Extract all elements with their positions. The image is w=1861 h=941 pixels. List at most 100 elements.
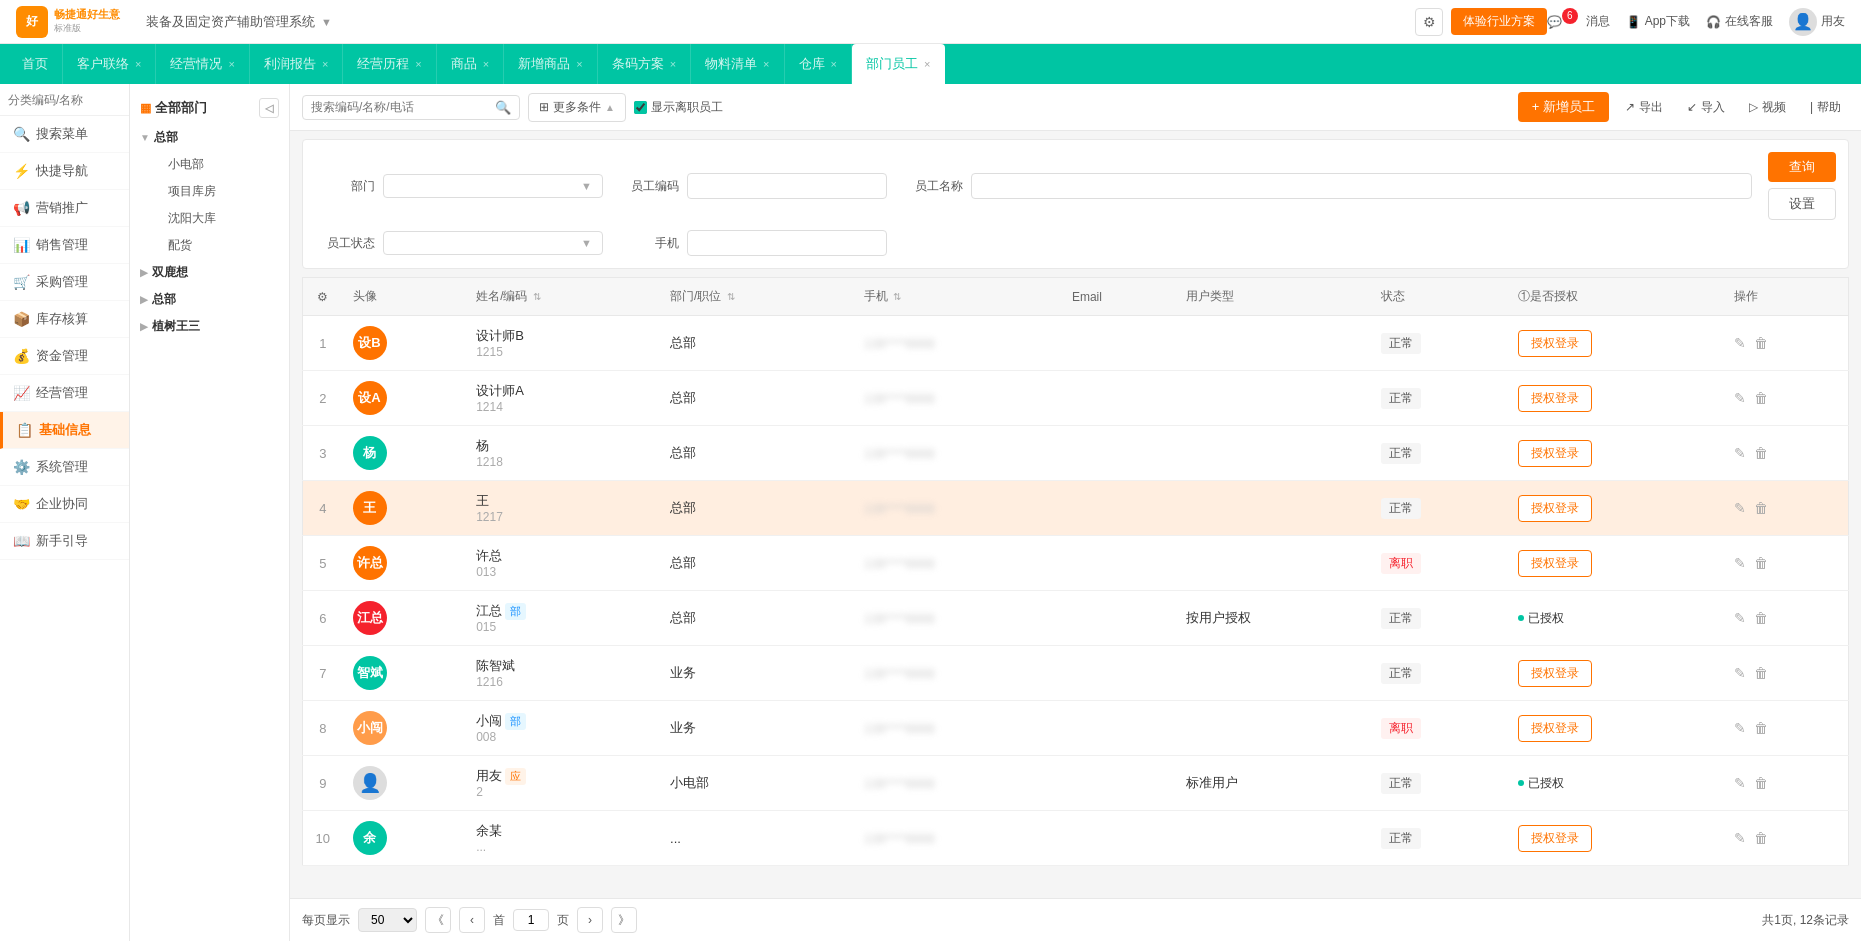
tab-warehouse-close[interactable]: × [831,58,837,70]
tree-group-head[interactable]: ▶ 总部 [130,286,289,313]
tab-profit-close[interactable]: × [322,58,328,70]
trial-button[interactable]: 体验行业方案 [1451,8,1547,35]
delete-button[interactable]: 🗑 [1754,555,1768,571]
edit-button[interactable]: ✎ [1734,665,1746,681]
auth-login-button[interactable]: 授权登录 [1518,330,1592,357]
sidebar-item-guide[interactable]: 📖 新手引导 [0,523,129,560]
tab-goods-close[interactable]: × [483,58,489,70]
show-inactive-checkbox-wrap[interactable]: 显示离职员工 [634,99,723,116]
tab-goods[interactable]: 商品 × [437,44,504,84]
sidebar-item-system[interactable]: ⚙️ 系统管理 [0,449,129,486]
sidebar-item-search[interactable]: 🔍 搜索菜单 [0,116,129,153]
tab-process-close[interactable]: × [415,58,421,70]
first-page-button[interactable]: 《 [425,907,451,933]
delete-button[interactable]: 🗑 [1754,720,1768,736]
dept-sort-icon[interactable]: ⇅ [727,291,735,302]
delete-button[interactable]: 🗑 [1754,775,1768,791]
sidebar-item-nav[interactable]: ⚡ 快捷导航 [0,153,129,190]
tab-bom[interactable]: 物料清单 × [691,44,784,84]
filter-dept-select[interactable]: ▼ [383,174,603,198]
filter-emp-code-input[interactable] [687,173,887,199]
tab-customer-close[interactable]: × [135,58,141,70]
auth-login-button[interactable]: 授权登录 [1518,715,1592,742]
tab-barcode[interactable]: 条码方案 × [598,44,691,84]
messages-button[interactable]: 💬 6 消息 [1547,13,1610,30]
edit-button[interactable]: ✎ [1734,720,1746,736]
add-employee-button[interactable]: + 新增员工 [1518,92,1609,122]
sidebar-item-finance[interactable]: 💰 资金管理 [0,338,129,375]
title-dropdown-icon[interactable]: ▼ [321,16,332,28]
reset-button[interactable]: 设置 [1768,188,1836,220]
name-sort-icon[interactable]: ⇅ [533,291,541,302]
delete-button[interactable]: 🗑 [1754,500,1768,516]
phone-sort-icon[interactable]: ⇅ [893,291,901,302]
edit-button[interactable]: ✎ [1734,390,1746,406]
auth-login-button[interactable]: 授权登录 [1518,495,1592,522]
auth-login-button[interactable]: 授权登录 [1518,385,1592,412]
tree-item-shenyang[interactable]: 沈阳大库 [152,205,289,232]
user-profile-button[interactable]: 👤 用友 [1789,8,1845,36]
tab-warehouse[interactable]: 仓库 × [785,44,852,84]
settings-gear-button[interactable]: ⚙ [1415,8,1443,36]
online-service-button[interactable]: 🎧 在线客服 [1706,13,1773,30]
edit-button[interactable]: ✎ [1734,500,1746,516]
last-page-button[interactable]: 》 [611,907,637,933]
delete-button[interactable]: 🗑 [1754,665,1768,681]
sidebar-item-basic-info[interactable]: 📋 基础信息 [0,412,129,449]
auth-login-button[interactable]: 授权登录 [1518,660,1592,687]
sidebar-item-inventory[interactable]: 📦 库存核算 [0,301,129,338]
prev-page-button[interactable]: ‹ [459,907,485,933]
sidebar-item-collab[interactable]: 🤝 企业协同 [0,486,129,523]
tree-item-project-warehouse[interactable]: 项目库房 [152,178,289,205]
tab-new-goods[interactable]: 新增商品 × [504,44,597,84]
sidebar-item-marketing[interactable]: 📢 营销推广 [0,190,129,227]
sidebar-item-purchase[interactable]: 🛒 采购管理 [0,264,129,301]
sidebar-item-sales[interactable]: 📊 销售管理 [0,227,129,264]
import-button[interactable]: ↙ 导入 [1679,94,1733,121]
delete-button[interactable]: 🗑 [1754,390,1768,406]
show-inactive-checkbox[interactable] [634,101,647,114]
more-filter-button[interactable]: ⊞ 更多条件 ▲ [528,93,626,122]
tab-employees[interactable]: 部门员工 × [852,44,945,84]
search-input[interactable] [311,100,491,114]
page-number-input[interactable] [513,909,549,931]
tab-home[interactable]: 首页 [8,44,63,84]
filter-emp-status-select[interactable]: ▼ [383,231,603,255]
delete-button[interactable]: 🗑 [1754,610,1768,626]
edit-button[interactable]: ✎ [1734,775,1746,791]
edit-button[interactable]: ✎ [1734,335,1746,351]
auth-login-button[interactable]: 授权登录 [1518,550,1592,577]
next-page-button[interactable]: › [577,907,603,933]
video-button[interactable]: ▷ 视频 [1741,94,1794,121]
tab-employees-close[interactable]: × [924,58,930,70]
edit-button[interactable]: ✎ [1734,555,1746,571]
filter-phone-input[interactable] [687,230,887,256]
filter-emp-name-input[interactable] [971,173,1752,199]
auth-login-button[interactable]: 授权登录 [1518,825,1592,852]
tree-group-plant[interactable]: ▶ 植树王三 [130,313,289,340]
app-download-button[interactable]: 📱 App下载 [1626,13,1690,30]
edit-button[interactable]: ✎ [1734,610,1746,626]
tab-barcode-close[interactable]: × [670,58,676,70]
sidebar-item-operations[interactable]: 📈 经营管理 [0,375,129,412]
delete-button[interactable]: 🗑 [1754,445,1768,461]
sidebar-search-input[interactable] [8,93,130,107]
tree-group-shuanglu[interactable]: ▶ 双鹿想 [130,259,289,286]
edit-button[interactable]: ✎ [1734,445,1746,461]
tab-profit[interactable]: 利润报告 × [250,44,343,84]
auth-login-button[interactable]: 授权登录 [1518,440,1592,467]
tab-customer[interactable]: 客户联络 × [63,44,156,84]
tab-business-close[interactable]: × [228,58,234,70]
tree-item-delivery[interactable]: 配货 [152,232,289,259]
print-button[interactable]: | 帮助 [1802,94,1849,121]
tab-bom-close[interactable]: × [763,58,769,70]
tree-group-headquarters-title[interactable]: ▼ 总部 [130,124,289,151]
edit-button[interactable]: ✎ [1734,830,1746,846]
tree-collapse-button[interactable]: ◁ [259,98,279,118]
tab-new-goods-close[interactable]: × [576,58,582,70]
tab-process[interactable]: 经营历程 × [343,44,436,84]
delete-button[interactable]: 🗑 [1754,830,1768,846]
delete-button[interactable]: 🗑 [1754,335,1768,351]
page-size-select[interactable]: 50 10 20 100 [358,908,417,932]
tree-item-electronics[interactable]: 小电部 [152,151,289,178]
